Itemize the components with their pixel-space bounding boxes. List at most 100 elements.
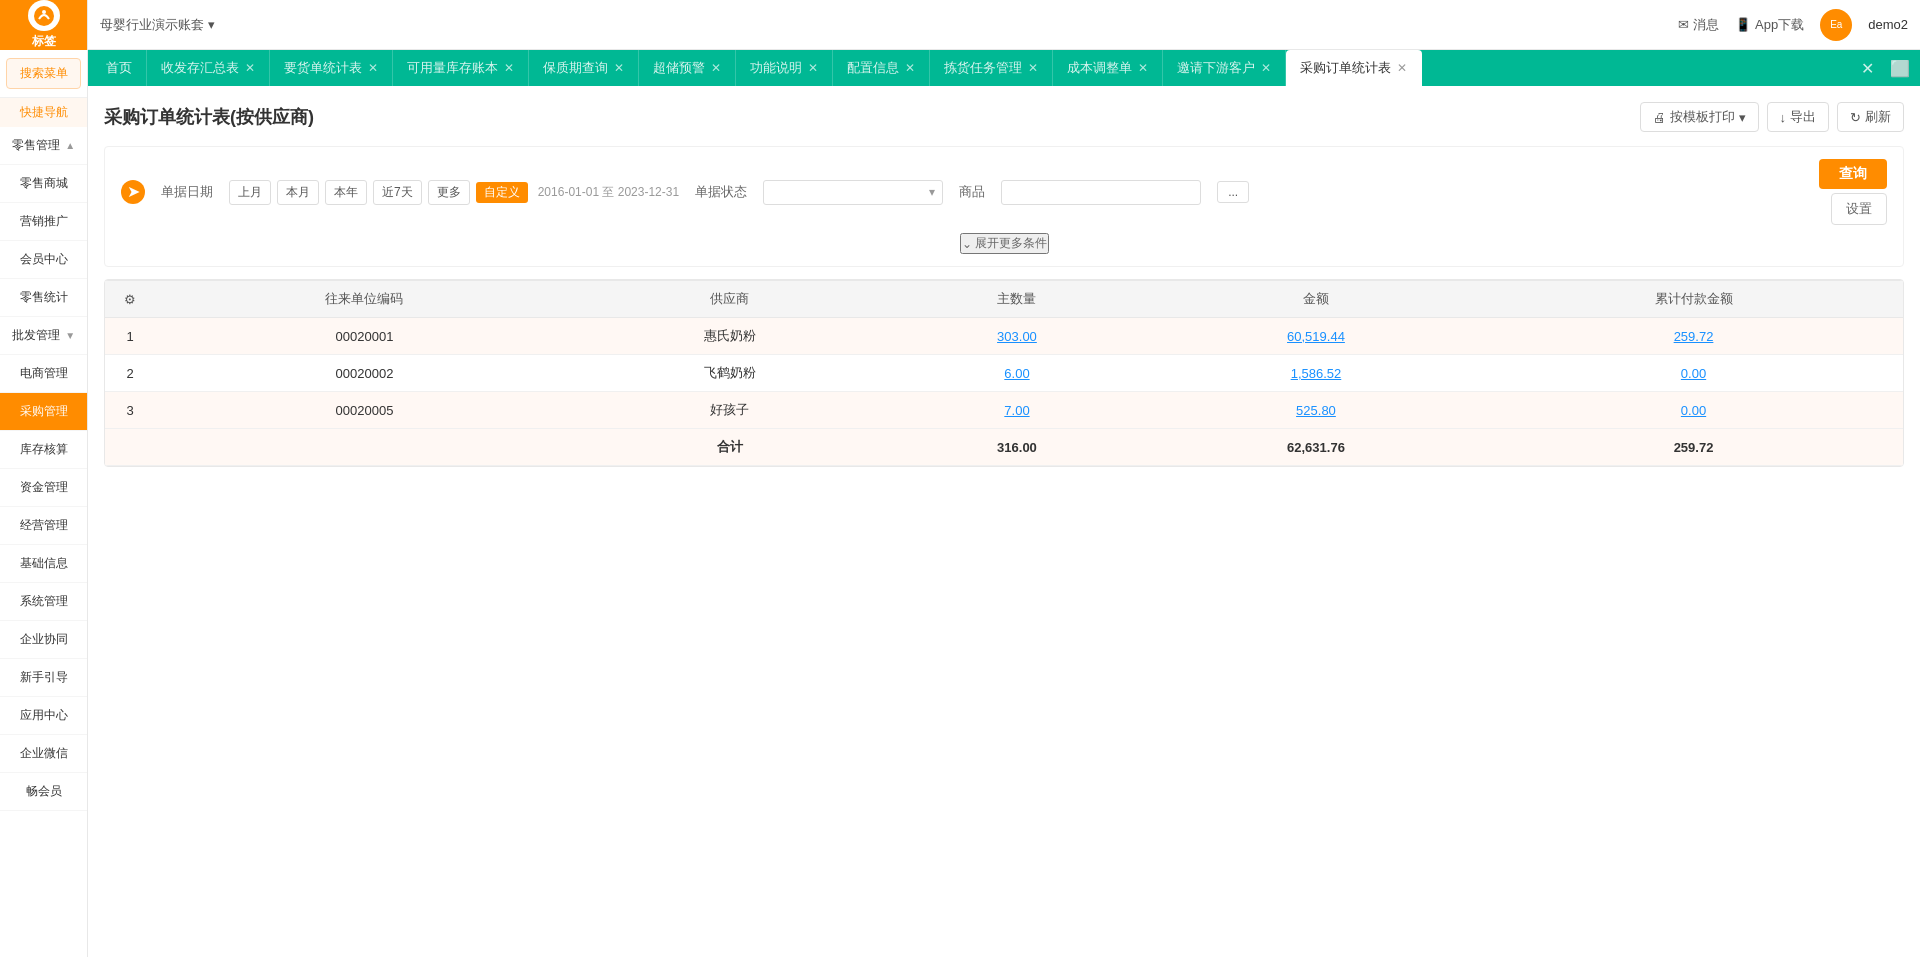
footer-empty	[155, 429, 574, 466]
sidebar-item-member[interactable]: 会员中心	[0, 241, 87, 279]
filter-area: ➤ 单据日期 上月 本月 本年 近7天 更多 自定义 2016-01-01 至 …	[104, 146, 1904, 267]
date-preset-this-month[interactable]: 本月	[277, 180, 319, 205]
table-footer: 合计 316.00 62,631.76 259.72	[105, 429, 1903, 466]
sidebar-item-quick-nav[interactable]: 快捷导航	[0, 98, 87, 127]
date-preset-7days[interactable]: 近7天	[373, 180, 422, 205]
row-amount[interactable]: 60,519.44	[1148, 318, 1484, 355]
row-qty[interactable]: 303.00	[886, 318, 1148, 355]
status-select[interactable]	[763, 180, 943, 205]
tab-close-icon[interactable]: ✕	[245, 61, 255, 75]
sidebar-item-new-guide[interactable]: 新手引导	[0, 659, 87, 697]
row-paid[interactable]: 0.00	[1484, 392, 1903, 429]
setting-button[interactable]: 设置	[1831, 193, 1887, 225]
tab-overstock-warning[interactable]: 超储预警 ✕	[639, 50, 736, 86]
sidebar-item-label: 电商管理	[20, 366, 68, 380]
date-preset-this-year[interactable]: 本年	[325, 180, 367, 205]
sidebar-item-marketing[interactable]: 营销推广	[0, 203, 87, 241]
tab-close-icon[interactable]: ✕	[1397, 61, 1407, 75]
message-button[interactable]: ✉ 消息	[1678, 16, 1719, 34]
tab-close-icon[interactable]: ✕	[1028, 61, 1038, 75]
refresh-icon: ↻	[1850, 110, 1861, 125]
tab-expiry-query[interactable]: 保质期查询 ✕	[529, 50, 639, 86]
tab-close-icon[interactable]: ✕	[368, 61, 378, 75]
expand-more-filters-button[interactable]: ⌄ 展开更多条件	[960, 233, 1049, 254]
tab-function-desc[interactable]: 功能说明 ✕	[736, 50, 833, 86]
workspace-name: 母婴行业演示账套	[100, 16, 204, 34]
tab-home[interactable]: 首页	[92, 50, 147, 86]
footer-paid: 259.72	[1484, 429, 1903, 466]
sidebar-item-retail[interactable]: 零售管理 ▲	[0, 127, 87, 165]
app-download-button[interactable]: 📱 App下载	[1735, 16, 1804, 34]
tab-close-icon[interactable]: ✕	[1138, 61, 1148, 75]
row-qty[interactable]: 7.00	[886, 392, 1148, 429]
sidebar-item-label: 资金管理	[20, 480, 68, 494]
row-amount[interactable]: 525.80	[1148, 392, 1484, 429]
tabbar: 首页 收发存汇总表 ✕ 要货单统计表 ✕ 可用量库存账本 ✕ 保质期查询 ✕ 超…	[88, 50, 1920, 86]
page-title-actions: 🖨 按模板打印 ▾ ↓ 导出 ↻ 刷新	[1640, 102, 1905, 132]
row-qty[interactable]: 6.00	[886, 355, 1148, 392]
sidebar-item-finance[interactable]: 资金管理	[0, 469, 87, 507]
row-amount[interactable]: 1,586.52	[1148, 355, 1484, 392]
message-icon: ✉	[1678, 17, 1689, 32]
tab-close-icon[interactable]: ✕	[1261, 61, 1271, 75]
tab-cost-adjust[interactable]: 成本调整单 ✕	[1053, 50, 1163, 86]
tab-inventory-ledger[interactable]: 可用量库存账本 ✕	[393, 50, 529, 86]
refresh-button[interactable]: ↻ 刷新	[1837, 102, 1904, 132]
sidebar-item-member2[interactable]: 畅会员	[0, 773, 87, 811]
phone-icon: 📱	[1735, 17, 1751, 32]
user-avatar[interactable]: Ea	[1820, 9, 1852, 41]
query-button[interactable]: 查询	[1819, 159, 1887, 189]
search-menu-button[interactable]: 搜索菜单	[6, 58, 81, 89]
sidebar-item-purchase[interactable]: 采购管理	[0, 393, 87, 431]
tab-config-info[interactable]: 配置信息 ✕	[833, 50, 930, 86]
sidebar-item-retail-stat[interactable]: 零售统计	[0, 279, 87, 317]
sidebar-item-label: 零售商城	[20, 176, 68, 190]
goods-filter-input[interactable]	[1001, 180, 1201, 205]
tab-close-icon[interactable]: ✕	[808, 61, 818, 75]
sidebar-item-label: 零售统计	[20, 290, 68, 304]
row-paid[interactable]: 259.72	[1484, 318, 1903, 355]
tab-pick-task[interactable]: 拣货任务管理 ✕	[930, 50, 1053, 86]
export-button[interactable]: ↓ 导出	[1767, 102, 1830, 132]
date-preset-group: 上月 本月 本年 近7天 更多 自定义 2016-01-01 至 2023-12…	[229, 180, 679, 205]
col-qty: 主数量	[886, 281, 1148, 318]
more-filter-button[interactable]: ...	[1217, 181, 1249, 203]
tab-purchase-summary[interactable]: 采购订单统计表 ✕	[1286, 50, 1422, 86]
username-label: demo2	[1868, 17, 1908, 32]
tab-goods-summary[interactable]: 要货单统计表 ✕	[270, 50, 393, 86]
tab-close-icon[interactable]: ✕	[711, 61, 721, 75]
date-range-display: 2016-01-01 至 2023-12-31	[538, 184, 679, 201]
svg-point-1	[42, 10, 46, 14]
tab-close-icon[interactable]: ✕	[905, 61, 915, 75]
sidebar-item-operations[interactable]: 经营管理	[0, 507, 87, 545]
workspace-selector[interactable]: 母婴行业演示账套 ▾	[100, 16, 215, 34]
close-all-tabs-button[interactable]: ✕	[1855, 57, 1880, 80]
sidebar-item-retail-mall[interactable]: 零售商城	[0, 165, 87, 203]
avatar-image: Ea	[1830, 19, 1842, 30]
maximize-button[interactable]: ⬜	[1884, 57, 1916, 80]
sidebar-item-basic-info[interactable]: 基础信息	[0, 545, 87, 583]
tab-invite-customer[interactable]: 邀请下游客户 ✕	[1163, 50, 1286, 86]
date-preset-more[interactable]: 更多	[428, 180, 470, 205]
sidebar-item-ecommerce[interactable]: 电商管理	[0, 355, 87, 393]
print-button[interactable]: 🖨 按模板打印 ▾	[1640, 102, 1759, 132]
sidebar-item-system[interactable]: 系统管理	[0, 583, 87, 621]
topbar-left: 母婴行业演示账套 ▾	[100, 16, 215, 34]
goods-filter-label: 商品	[959, 183, 985, 201]
tab-receive-summary[interactable]: 收发存汇总表 ✕	[147, 50, 270, 86]
tab-close-icon[interactable]: ✕	[504, 61, 514, 75]
data-table-wrap: ⚙ 往来单位编码 供应商 主数量 金额 累计付款金额 1 00020001 惠氏	[104, 279, 1904, 467]
sidebar-item-wholesale[interactable]: 批发管理 ▼	[0, 317, 87, 355]
row-paid[interactable]: 0.00	[1484, 355, 1903, 392]
date-preset-last-month[interactable]: 上月	[229, 180, 271, 205]
sidebar-item-enterprise-wechat[interactable]: 企业微信	[0, 735, 87, 773]
row-no: 3	[105, 392, 155, 429]
row-no: 2	[105, 355, 155, 392]
sidebar-item-app-center[interactable]: 应用中心	[0, 697, 87, 735]
filter-expand-toggle-button[interactable]: ➤	[121, 180, 145, 204]
tab-close-icon[interactable]: ✕	[614, 61, 624, 75]
expand-label: 展开更多条件	[975, 235, 1047, 252]
sidebar-item-enterprise[interactable]: 企业协同	[0, 621, 87, 659]
sidebar-item-inventory[interactable]: 库存核算	[0, 431, 87, 469]
tab-label: 保质期查询	[543, 59, 608, 77]
